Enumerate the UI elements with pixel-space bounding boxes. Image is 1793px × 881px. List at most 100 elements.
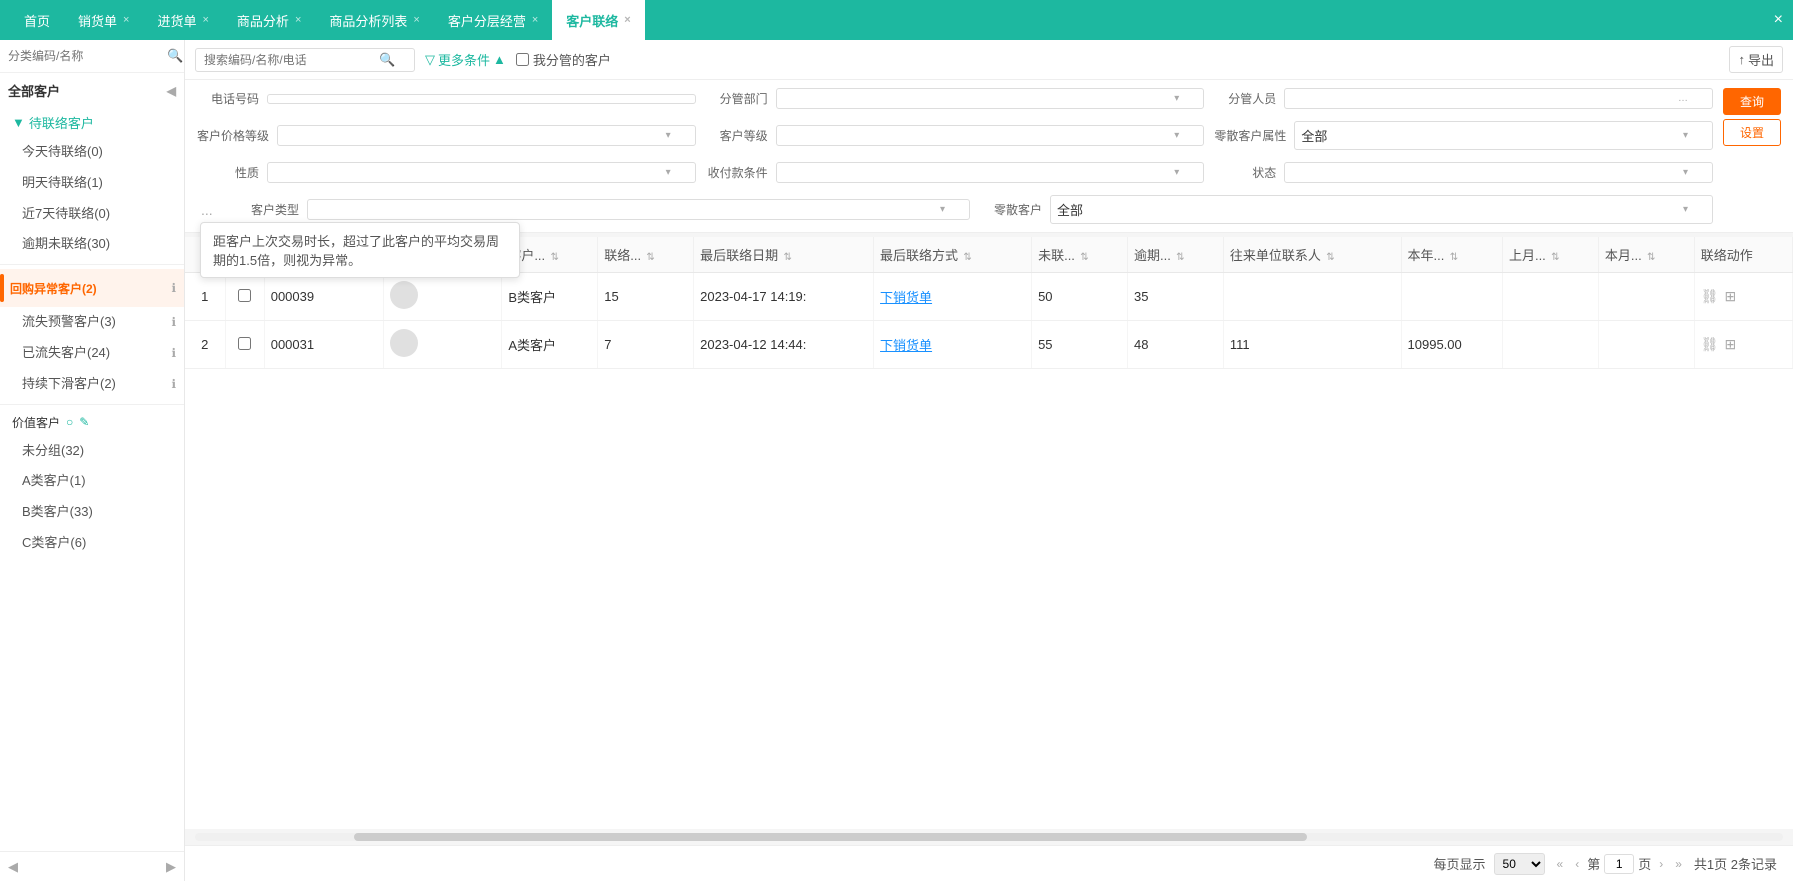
- declining-info-icon[interactable]: ℹ: [171, 375, 176, 394]
- row2-company-contact: 111: [1223, 321, 1401, 369]
- sidebar-search-icon[interactable]: 🔍: [167, 48, 183, 64]
- close-purchase-tab[interactable]: ×: [202, 14, 208, 26]
- manager-select[interactable]: …: [1284, 88, 1713, 109]
- page-number-input[interactable]: [1604, 854, 1634, 874]
- window-close-icon[interactable]: ×: [1774, 11, 1783, 29]
- row2-check[interactable]: [238, 337, 251, 350]
- prev-page-btn[interactable]: ‹: [1571, 855, 1583, 873]
- my-customers-check[interactable]: [516, 53, 529, 66]
- row2-last-contact-date: 2023-04-12 14:44:: [694, 321, 874, 369]
- more-conditions-btn[interactable]: ▽ 更多条件 ▲: [425, 50, 506, 69]
- sidebar-item-class-c[interactable]: C类客户(6): [0, 528, 184, 559]
- sidebar-item-churn-warning[interactable]: 流失预警客户(3) ℹ: [0, 307, 184, 338]
- repurchase-info-icon[interactable]: ℹ: [171, 281, 176, 295]
- all-customers-header[interactable]: 全部客户 ◀: [0, 73, 184, 108]
- sidebar-right-arrow[interactable]: ▶: [166, 859, 176, 875]
- close-customer-contact-tab[interactable]: ×: [624, 14, 630, 26]
- nav-tab-product-list[interactable]: 商品分析列表 ×: [315, 0, 433, 40]
- close-customer-tier-tab[interactable]: ×: [532, 14, 538, 26]
- nav-tab-customer-contact[interactable]: 客户联络 ×: [552, 0, 644, 40]
- customer-level-select[interactable]: ▾: [776, 125, 1205, 146]
- sidebar-item-tomorrow[interactable]: 明天待联络(1): [0, 168, 184, 199]
- sidebar-bottom: ◀ ▶: [0, 851, 184, 881]
- sidebar-item-class-b[interactable]: B类客户(33): [0, 497, 184, 528]
- close-product-list-tab[interactable]: ×: [413, 14, 419, 26]
- row2-level: A类客户: [502, 321, 598, 369]
- sidebar-item-repurchase-anomaly[interactable]: 回购异常客户(2) ℹ: [0, 269, 184, 307]
- close-sales-tab[interactable]: ×: [123, 14, 129, 26]
- search-icon[interactable]: 🔍: [379, 52, 395, 68]
- nav-tab-home[interactable]: 首页: [10, 0, 64, 40]
- retail-attr-select[interactable]: 全部 ▾: [1294, 121, 1713, 150]
- sidebar-item-today[interactable]: 今天待联络(0): [0, 137, 184, 168]
- churn-warning-info-icon[interactable]: ℹ: [171, 313, 176, 332]
- search-box: 🔍: [195, 48, 415, 72]
- dept-select[interactable]: ▾: [776, 88, 1205, 109]
- row1-this-year: [1401, 273, 1502, 321]
- close-product-analysis-tab[interactable]: ×: [295, 14, 301, 26]
- sidebar-item-declining[interactable]: 持续下滑客户(2) ℹ: [0, 369, 184, 400]
- row1-overdue: 35: [1127, 273, 1223, 321]
- search-input[interactable]: [204, 53, 374, 67]
- row1-checkbox[interactable]: [225, 273, 264, 321]
- sidebar-item-overdue[interactable]: 逾期未联络(30): [0, 229, 184, 260]
- my-customers-checkbox[interactable]: 我分管的客户: [516, 50, 611, 69]
- row1-check[interactable]: [238, 289, 251, 302]
- row1-name[interactable]: [383, 273, 502, 321]
- sidebar-search-input[interactable]: [8, 49, 163, 63]
- row2-code[interactable]: 000031: [264, 321, 383, 369]
- row1-grid-icon[interactable]: ⊞: [1725, 288, 1737, 305]
- sidebar-value-group-header[interactable]: 价值客户 ○ ✎: [0, 409, 184, 436]
- row2-grid-icon[interactable]: ⊞: [1725, 336, 1737, 353]
- row1-last-contact-method[interactable]: 下销货单: [874, 273, 1032, 321]
- scrollbar-thumb[interactable]: [354, 833, 1307, 841]
- sidebar-item-7days[interactable]: 近7天待联络(0): [0, 199, 184, 230]
- col-this-month[interactable]: 本月... ⇅: [1598, 237, 1694, 273]
- col-overdue[interactable]: 逾期... ⇅: [1127, 237, 1223, 273]
- set-button[interactable]: 设置: [1723, 119, 1781, 146]
- sidebar-item-churned[interactable]: 已流失客户(24) ℹ: [0, 338, 184, 369]
- sidebar-collapse-icon[interactable]: ◀: [167, 84, 176, 98]
- row2-link-icon[interactable]: ⛓: [1701, 336, 1719, 353]
- gender-select[interactable]: ▾: [267, 162, 696, 183]
- phone-input[interactable]: [267, 94, 696, 104]
- churned-info-icon[interactable]: ℹ: [171, 344, 176, 363]
- col-company-contact[interactable]: 往来单位联系人 ⇅: [1223, 237, 1401, 273]
- sidebar-item-class-a[interactable]: A类客户(1): [0, 466, 184, 497]
- filter-more-dots[interactable]: ...: [197, 202, 217, 218]
- sidebar-left-arrow[interactable]: ◀: [8, 859, 18, 875]
- row1-code[interactable]: 000039: [264, 273, 383, 321]
- sidebar-group-pending[interactable]: ▼ 待联络客户: [0, 108, 184, 137]
- col-contact-count[interactable]: 联络... ⇅: [598, 237, 694, 273]
- edit-value-icon[interactable]: ✎: [79, 415, 89, 429]
- col-this-year[interactable]: 本年... ⇅: [1401, 237, 1502, 273]
- row1-link-icon[interactable]: ⛓: [1701, 288, 1719, 305]
- next-page-btn[interactable]: ›: [1655, 855, 1667, 873]
- refresh-icon[interactable]: ○: [66, 415, 73, 429]
- first-page-btn[interactable]: «: [1553, 855, 1568, 873]
- row2-checkbox[interactable]: [225, 321, 264, 369]
- row2-last-contact-method[interactable]: 下销货单: [874, 321, 1032, 369]
- row2-name[interactable]: [383, 321, 502, 369]
- nav-tab-purchase[interactable]: 进货单 ×: [143, 0, 222, 40]
- col-last-contact-date[interactable]: 最后联络日期 ⇅: [694, 237, 874, 273]
- nav-tab-sales[interactable]: 销货单 ×: [64, 0, 143, 40]
- price-level-select[interactable]: ▾: [277, 125, 696, 146]
- export-btn[interactable]: ↑ 导出: [1729, 46, 1783, 73]
- status-select[interactable]: ▾: [1284, 162, 1713, 183]
- retail-customer-select[interactable]: 全部 ▾: [1050, 195, 1713, 224]
- active-indicator: [0, 274, 4, 302]
- query-button[interactable]: 查询: [1723, 88, 1781, 115]
- sidebar-item-ungrouped[interactable]: 未分组(32): [0, 436, 184, 467]
- customer-type-select[interactable]: ▾: [307, 199, 970, 220]
- nav-tab-customer-tier[interactable]: 客户分层经营 ×: [434, 0, 552, 40]
- payment-select[interactable]: ▾: [776, 162, 1205, 183]
- col-last-contact-method[interactable]: 最后联络方式 ⇅: [874, 237, 1032, 273]
- page-size-select[interactable]: 50 100 200: [1494, 853, 1545, 875]
- last-page-btn[interactable]: »: [1671, 855, 1686, 873]
- filter-buttons: 查询 设置: [1723, 88, 1781, 146]
- nav-tab-product-analysis[interactable]: 商品分析 ×: [223, 0, 315, 40]
- col-last-month[interactable]: 上月... ⇅: [1502, 237, 1598, 273]
- col-uncontacted[interactable]: 未联... ⇅: [1032, 237, 1128, 273]
- horizontal-scrollbar[interactable]: [195, 833, 1783, 841]
